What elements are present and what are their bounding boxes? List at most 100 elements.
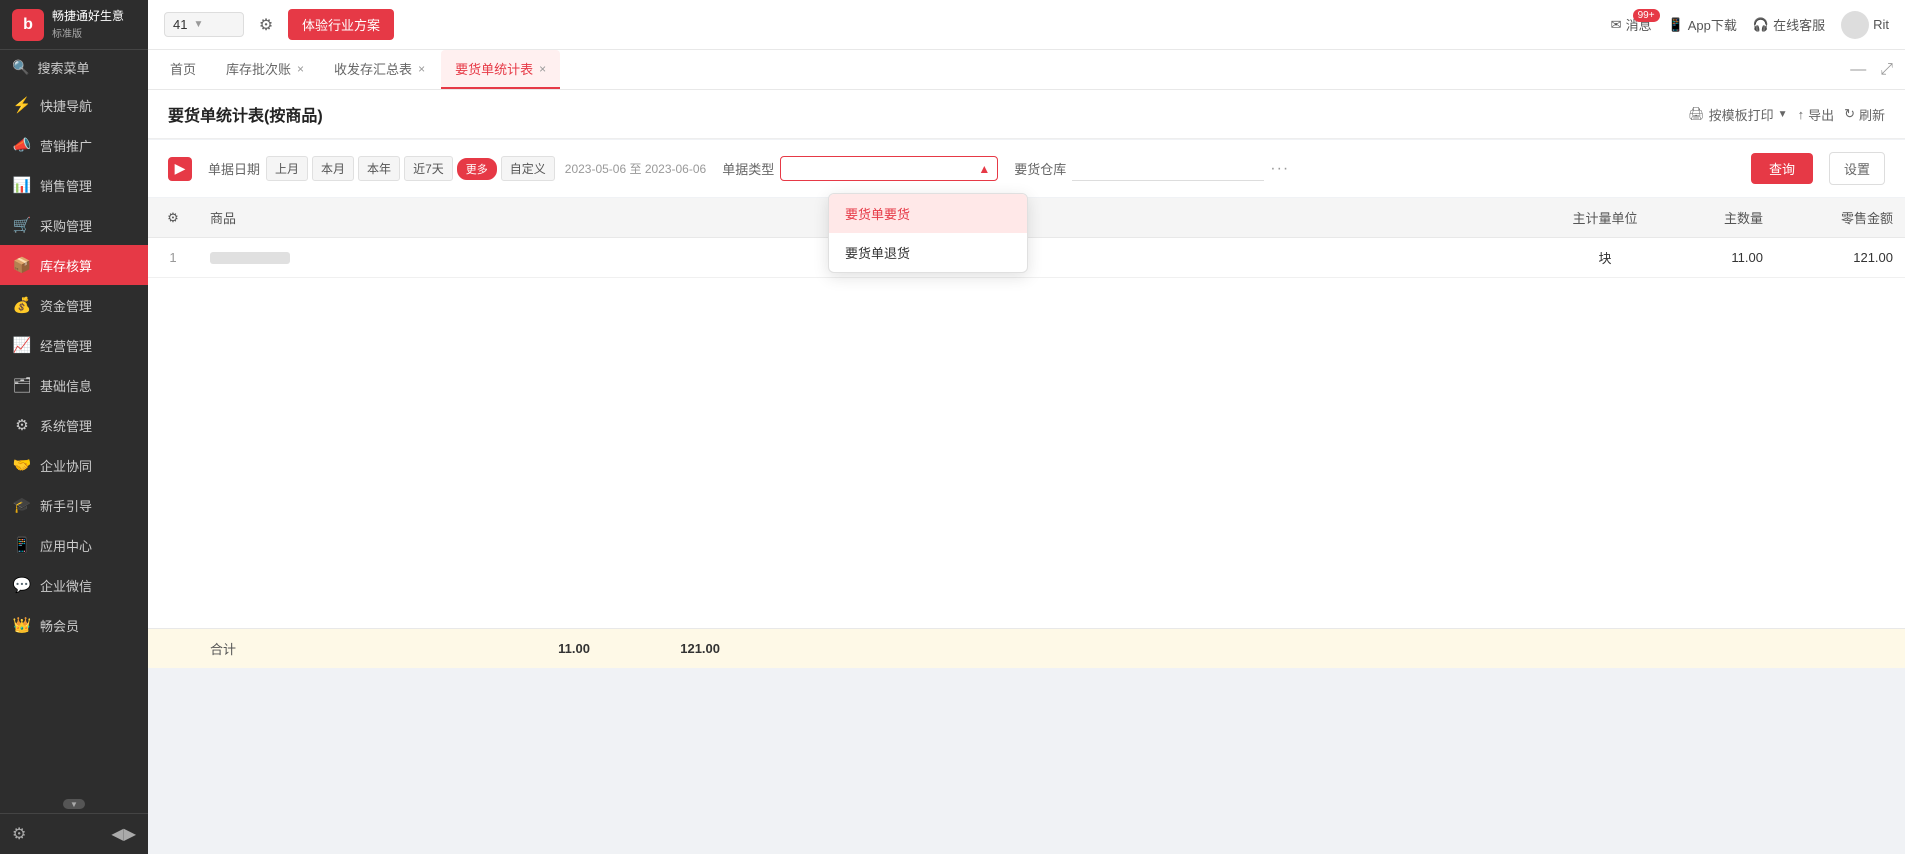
sidebar-item-label: 新手引导 — [40, 496, 92, 515]
refresh-icon: ↻ — [1844, 106, 1855, 122]
app-download-btn[interactable]: 📱 App下载 — [1668, 15, 1737, 34]
warehouse-input[interactable] — [1072, 157, 1264, 181]
sidebar-item-label: 畅会员 — [40, 616, 79, 635]
settings-btn[interactable]: 设置 — [1829, 152, 1885, 185]
sidebar-item-vip[interactable]: 👑 畅会员 — [0, 605, 148, 645]
window-buttons: — ⤢ — [1846, 50, 1897, 89]
sidebar-item-operations[interactable]: 📈 经营管理 — [0, 325, 148, 365]
th-settings[interactable]: ⚙ — [148, 200, 198, 236]
settings-icon[interactable]: ⚙ — [12, 824, 26, 844]
type-select-input[interactable] — [780, 156, 998, 181]
page-content: 要货单统计表(按商品) 🖨 按模板打印 ▼ ↑ 导出 ↻ 刷新 ▶ — [148, 90, 1905, 854]
sidebar-item-app-center[interactable]: 📱 应用中心 — [0, 525, 148, 565]
sidebar-item-label: 应用中心 — [40, 536, 92, 555]
sidebar-search[interactable]: 🔍 搜索菜单 — [0, 50, 148, 85]
query-btn[interactable]: 查询 — [1751, 153, 1813, 184]
row-unit: 块 — [1555, 238, 1655, 277]
tab-order-stats[interactable]: 要货单统计表 × — [441, 50, 560, 89]
scroll-down-btn[interactable]: ▼ — [0, 795, 148, 813]
app-download-label: App下载 — [1688, 15, 1737, 34]
collapse-icon[interactable]: ◀▶ — [111, 824, 136, 844]
refresh-btn[interactable]: ↻ 刷新 — [1844, 105, 1885, 124]
date-btn-last-7[interactable]: 近7天 — [404, 156, 453, 181]
phone-icon: 📱 — [1668, 17, 1684, 33]
app-subtitle: 标准版 — [52, 25, 124, 40]
date-btn-last-month[interactable]: 上月 — [266, 156, 308, 181]
print-label: 按模板打印 — [1709, 105, 1774, 124]
date-btn-this-month[interactable]: 本月 — [312, 156, 354, 181]
sidebar-item-label: 销售管理 — [40, 176, 92, 195]
finance-icon: 💰 — [12, 295, 32, 315]
sidebar-item-sales[interactable]: 📊 销售管理 — [0, 165, 148, 205]
sidebar-item-inventory[interactable]: 📦 库存核算 — [0, 245, 148, 285]
messages-btn[interactable]: ✉ 消息 99+ — [1611, 15, 1652, 34]
sidebar-item-wechat[interactable]: 💬 企业微信 — [0, 565, 148, 605]
dropdown-item-return[interactable]: 要货单退货 — [829, 233, 1027, 272]
warehouse-filter-label: 要货仓库 — [1014, 159, 1066, 178]
date-btn-this-year[interactable]: 本年 — [358, 156, 400, 181]
sidebar-item-purchase[interactable]: 🛒 采购管理 — [0, 205, 148, 245]
filter-expand-btn[interactable]: ▶ — [168, 157, 192, 181]
sidebar-item-enterprise[interactable]: 🤝 企业协同 — [0, 445, 148, 485]
avatar-image — [1841, 11, 1869, 39]
topbar-gear-icon[interactable]: ⚙ — [252, 11, 280, 39]
user-avatar[interactable]: Rit — [1841, 11, 1889, 39]
sidebar-item-guide[interactable]: 🎓 新手引导 — [0, 485, 148, 525]
messages-badge: 99+ — [1633, 9, 1660, 22]
tab-label: 要货单统计表 — [455, 59, 533, 78]
marketing-icon: 📣 — [12, 135, 32, 155]
tab-label: 首页 — [170, 59, 196, 78]
topbar-left: 41 ▼ ⚙ 体验行业方案 — [164, 9, 1611, 40]
th-amount: 零售金额 — [1775, 198, 1905, 237]
sidebar-item-basic-info[interactable]: 🗂 基础信息 — [0, 365, 148, 405]
product-name-placeholder — [210, 252, 290, 264]
sidebar-item-finance[interactable]: 💰 资金管理 — [0, 285, 148, 325]
minimize-icon[interactable]: — — [1846, 61, 1870, 79]
date-btn-more[interactable]: 更多 — [457, 158, 497, 180]
sidebar-item-system[interactable]: ⚙ 系统管理 — [0, 405, 148, 445]
sidebar-item-label: 经营管理 — [40, 336, 92, 355]
tab-label: 库存批次账 — [226, 59, 291, 78]
sidebar-item-label: 系统管理 — [40, 416, 92, 435]
type-dropdown: 要货单要货 要货单退货 — [828, 193, 1028, 273]
sidebar-item-label: 基础信息 — [40, 376, 92, 395]
row-qty: 11.00 — [1655, 240, 1775, 275]
warehouse-dots-icon[interactable]: ··· — [1270, 160, 1289, 178]
sidebar: b 畅捷通好生意 标准版 🔍 搜索菜单 ⚡ 快捷导航 📣 营销推广 📊 销售管理… — [0, 0, 148, 854]
app-center-icon: 📱 — [12, 535, 32, 555]
page-title: 要货单统计表(按商品) — [168, 102, 323, 126]
sidebar-item-marketing[interactable]: 📣 营销推广 — [0, 125, 148, 165]
export-btn[interactable]: ↑ 导出 — [1798, 105, 1835, 124]
tab-close-icon[interactable]: × — [297, 62, 304, 76]
dropdown-item-order[interactable]: 要货单要货 — [829, 194, 1027, 233]
maximize-icon[interactable]: ⤢ — [1876, 61, 1897, 79]
basic-info-icon: 🗂 — [12, 375, 32, 395]
tab-close-icon[interactable]: × — [539, 62, 546, 76]
print-btn[interactable]: 🖨 按模板打印 ▼ — [1688, 105, 1787, 124]
main-area: 41 ▼ ⚙ 体验行业方案 ✉ 消息 99+ 📱 App下载 🎧 在线客服 R — [148, 0, 1905, 854]
tab-close-icon[interactable]: × — [418, 62, 425, 76]
operations-icon: 📈 — [12, 335, 32, 355]
trial-btn[interactable]: 体验行业方案 — [288, 9, 394, 40]
date-range-text: 2023-05-06 至 2023-06-06 — [565, 160, 706, 177]
tab-receivable-summary[interactable]: 收发存汇总表 × — [320, 50, 439, 89]
th-unit: 主计量单位 — [1555, 198, 1655, 237]
tab-batch-account[interactable]: 库存批次账 × — [212, 50, 318, 89]
app-logo: b 畅捷通好生意 标准版 — [0, 0, 148, 50]
sidebar-item-quick-nav[interactable]: ⚡ 快捷导航 — [0, 85, 148, 125]
enterprise-icon: 🤝 — [12, 455, 32, 475]
tab-label: 收发存汇总表 — [334, 59, 412, 78]
date-btn-custom[interactable]: 自定义 — [501, 156, 555, 181]
guide-icon: 🎓 — [12, 495, 32, 515]
selector-arrow-icon: ▼ — [193, 19, 203, 30]
tab-home[interactable]: 首页 — [156, 50, 210, 89]
topbar-right: ✉ 消息 99+ 📱 App下载 🎧 在线客服 Rit — [1611, 11, 1889, 39]
filter-bar: ▶ 单据日期 上月 本月 本年 近7天 更多 自定义 2023-05-06 至 … — [148, 140, 1905, 197]
online-service-btn[interactable]: 🎧 在线客服 — [1753, 15, 1825, 34]
company-selector[interactable]: 41 ▼ — [164, 12, 244, 37]
sidebar-bottom: ⚙ ◀▶ — [0, 813, 148, 854]
footer-total-amount: 121.00 — [590, 641, 720, 656]
app-title: 畅捷通好生意 — [52, 9, 124, 25]
print-arrow-icon: ▼ — [1778, 109, 1788, 120]
date-buttons: 上月 本月 本年 近7天 更多 自定义 — [266, 156, 555, 181]
